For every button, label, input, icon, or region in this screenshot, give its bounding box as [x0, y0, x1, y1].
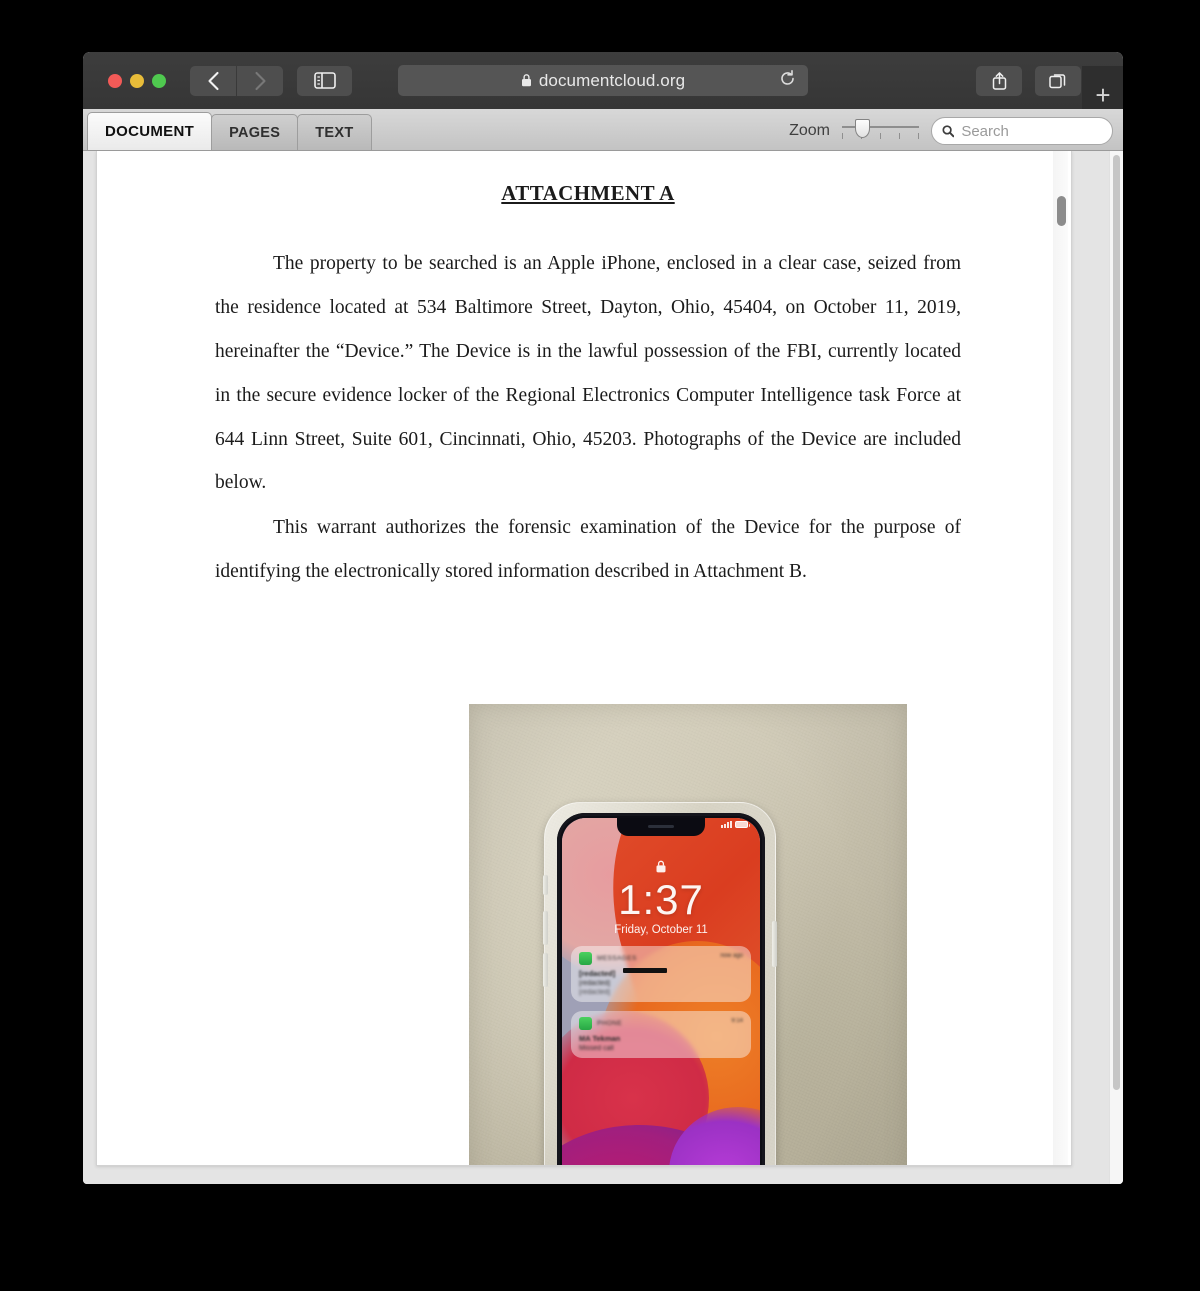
- zoom-slider-handle[interactable]: [855, 119, 870, 138]
- document-scrollbar[interactable]: [1053, 151, 1068, 1165]
- sidebar-toggle-button[interactable]: [297, 65, 352, 96]
- notification-item[interactable]: PHONE 9:14 MA Tekman Missed call: [571, 1011, 751, 1058]
- chevron-right-icon: [254, 71, 266, 90]
- app-icon: [579, 952, 592, 965]
- viewer-controls: Zoom: [789, 117, 1113, 145]
- document-body: ATTACHMENT A The property to be searched…: [97, 151, 1071, 594]
- app-icon: [579, 1017, 592, 1030]
- search-box[interactable]: [931, 117, 1113, 145]
- plus-icon: +: [1095, 79, 1111, 110]
- zoom-slider-track: [842, 126, 919, 128]
- zoom-label: Zoom: [789, 122, 830, 139]
- signal-bars-icon: [721, 821, 732, 828]
- tab-document[interactable]: DOCUMENT: [87, 112, 213, 150]
- address-bar-text: documentcloud.org: [521, 71, 685, 91]
- share-icon: [992, 71, 1006, 90]
- tab-pages[interactable]: PAGES: [211, 114, 299, 150]
- reload-icon: [781, 69, 794, 85]
- maximize-window-button[interactable]: [152, 73, 166, 88]
- notification-app-name: MESSAGES: [597, 955, 637, 962]
- search-input[interactable]: [961, 122, 1102, 140]
- notification-body: [redacted]: [579, 980, 611, 987]
- notification-title: MA Tekman: [579, 1034, 621, 1043]
- device-photograph: 1:37 Friday, October 11 MESSAGES now ago: [469, 704, 907, 1165]
- phone-clear-case: 1:37 Friday, October 11 MESSAGES now ago: [543, 802, 777, 1165]
- iphone-screen: 1:37 Friday, October 11 MESSAGES now ago: [562, 818, 760, 1165]
- document-viewer: ATTACHMENT A The property to be searched…: [83, 151, 1123, 1184]
- document-page: ATTACHMENT A The property to be searched…: [96, 151, 1072, 1166]
- phone-side-button: [772, 921, 777, 967]
- lockscreen-clock: 1:37: [618, 876, 704, 923]
- tab-overview-icon: [1048, 73, 1065, 88]
- notification-extra: [redacted]: [579, 989, 611, 996]
- notification-app-name: PHONE: [597, 1020, 623, 1027]
- show-all-tabs-button[interactable]: [1035, 65, 1081, 96]
- phone-mute-switch: [543, 875, 548, 895]
- back-button[interactable]: [190, 65, 236, 96]
- document-scrollbar-thumb[interactable]: [1057, 196, 1066, 226]
- browser-scrollbar[interactable]: [1109, 151, 1123, 1184]
- sidebar-toggle-icon: [313, 72, 336, 89]
- iphone-status-bar: [721, 821, 750, 828]
- zoom-slider-ticks: [842, 133, 919, 139]
- share-button[interactable]: [976, 65, 1022, 96]
- document-paragraph-1: The property to be searched is an Apple …: [215, 253, 961, 494]
- close-window-button[interactable]: [108, 73, 122, 88]
- lockscreen-notifications: MESSAGES now ago [redacted] [redacted] […: [571, 946, 751, 1058]
- chevron-left-icon: [207, 71, 219, 90]
- viewer-tab-list: DOCUMENT PAGES TEXT: [83, 109, 372, 150]
- notification-time: 9:14: [731, 1018, 743, 1024]
- notification-item[interactable]: MESSAGES now ago [redacted] [redacted] […: [571, 946, 751, 1002]
- safari-window: documentcloud.org + DOCUMENT PAGES TEXT …: [83, 52, 1123, 1184]
- url-hostname: documentcloud.org: [538, 70, 686, 90]
- lockscreen-date: Friday, October 11: [614, 924, 708, 936]
- documentcloud-toolbar: DOCUMENT PAGES TEXT Zoom: [83, 109, 1123, 151]
- notification-time: now ago: [720, 953, 743, 959]
- tab-text-label: TEXT: [315, 124, 354, 141]
- minimize-window-button[interactable]: [130, 73, 144, 88]
- reload-button[interactable]: [779, 69, 796, 92]
- search-icon: [942, 125, 955, 138]
- notification-body: Missed call: [579, 1045, 614, 1052]
- document-paragraph-2: This warrant authorizes the forensic exa…: [215, 517, 961, 583]
- forward-button[interactable]: [237, 65, 283, 96]
- battery-icon: [735, 821, 750, 828]
- iphone-device: 1:37 Friday, October 11 MESSAGES now ago: [557, 813, 765, 1165]
- zoom-slider[interactable]: [842, 118, 919, 144]
- tab-text[interactable]: TEXT: [297, 114, 372, 150]
- page-title: ATTACHMENT A: [501, 181, 675, 205]
- phone-volume-up-button: [543, 911, 548, 945]
- window-traffic-lights: [108, 73, 166, 88]
- toolbar-right-buttons: [976, 65, 1085, 96]
- iphone-notch: [617, 818, 705, 836]
- redaction-mark: [623, 968, 667, 973]
- phone-volume-down-button: [543, 953, 548, 987]
- navigation-buttons: [190, 65, 283, 96]
- browser-scrollbar-thumb[interactable]: [1113, 155, 1120, 1090]
- lock-icon: [521, 73, 531, 86]
- tab-pages-label: PAGES: [229, 124, 281, 141]
- browser-toolbar: documentcloud.org +: [83, 52, 1123, 123]
- address-bar[interactable]: documentcloud.org: [398, 65, 808, 96]
- tab-document-label: DOCUMENT: [105, 123, 195, 140]
- earpiece-speaker-icon: [648, 825, 674, 828]
